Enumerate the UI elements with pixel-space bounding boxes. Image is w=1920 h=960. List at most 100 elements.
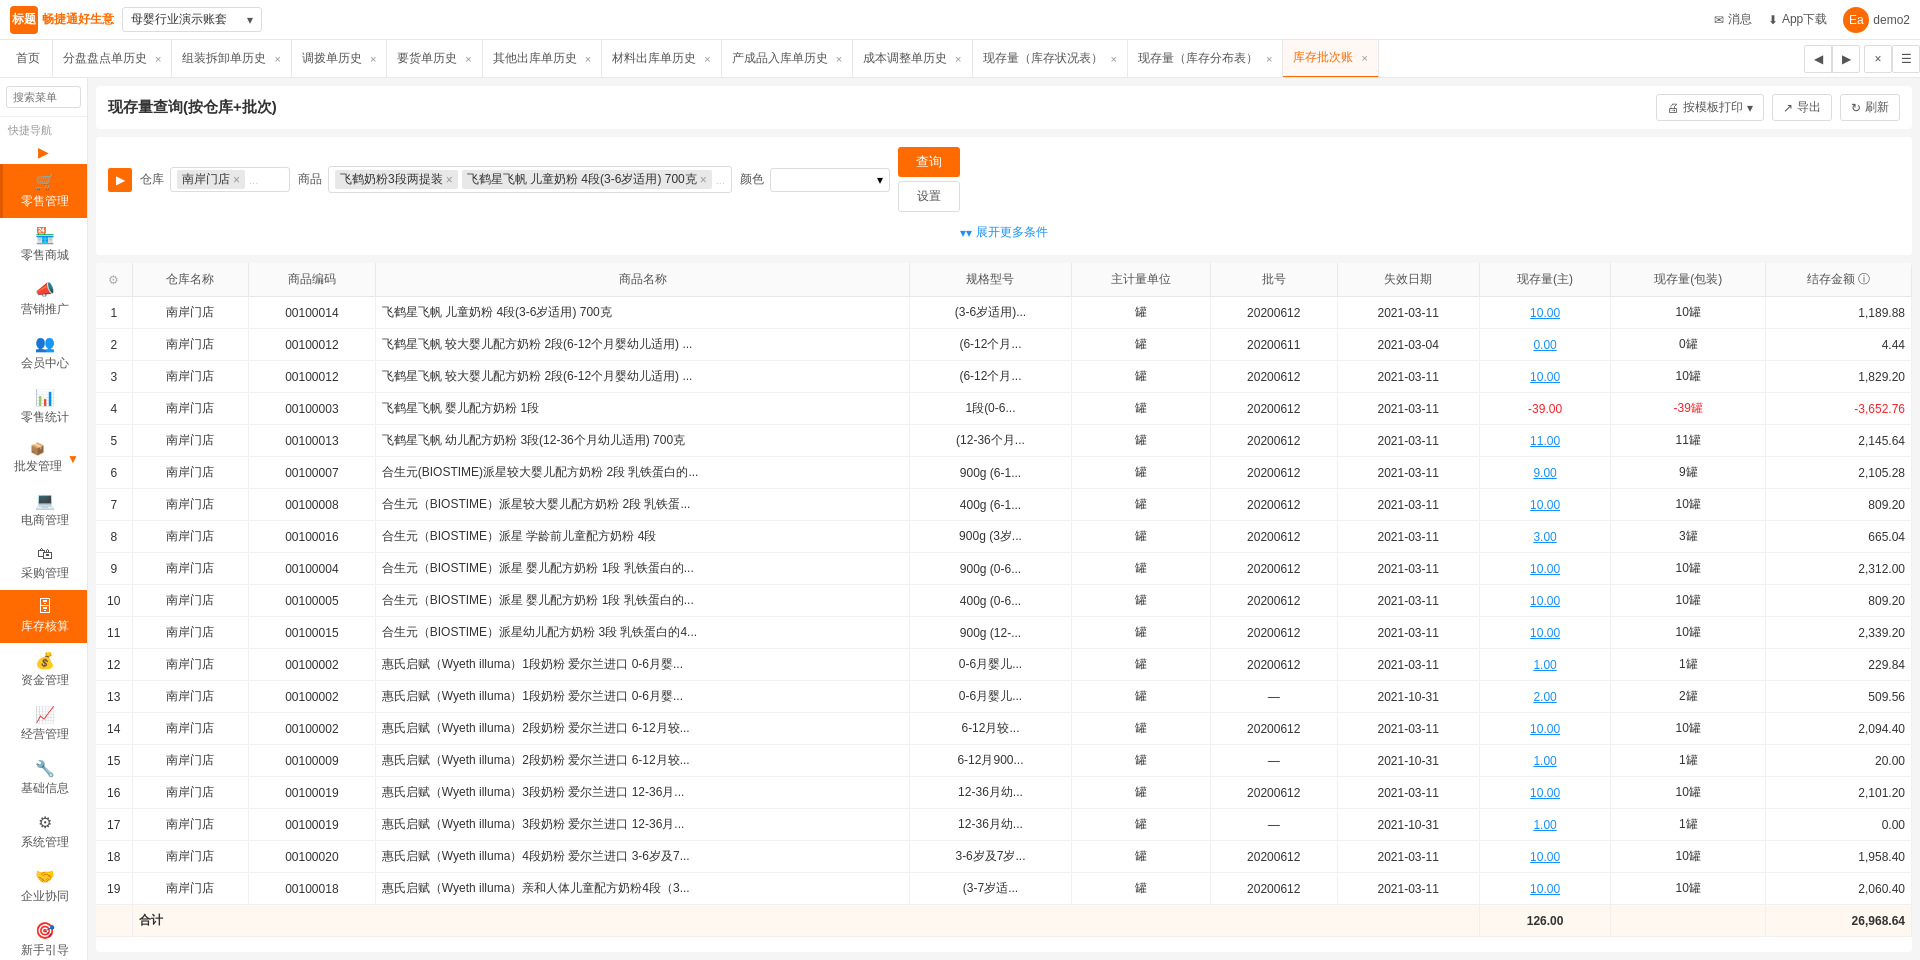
sidebar-item-marketing[interactable]: 📣 营销推广 (0, 272, 87, 326)
row-code: 00100013 (248, 425, 375, 457)
tab-fenban[interactable]: 分盘盘点单历史 × (53, 40, 172, 78)
warehouse-tag-wrap[interactable]: 南岸门店 × ... (170, 167, 290, 192)
row-qty[interactable]: 10.00 (1479, 553, 1611, 585)
tab-close-all-btn[interactable]: × (1864, 45, 1892, 73)
sidebar-item-system[interactable]: ⚙ 系统管理 (0, 805, 87, 859)
sidebar-item-retail-stats[interactable]: 📊 零售统计 (0, 380, 87, 434)
row-qty[interactable]: 2.00 (1479, 681, 1611, 713)
row-qty[interactable]: 10.00 (1479, 873, 1611, 905)
tab-close-icon[interactable]: × (1111, 53, 1117, 65)
row-qty[interactable]: 10.00 (1479, 841, 1611, 873)
row-qty[interactable]: 10.00 (1479, 777, 1611, 809)
row-qty[interactable]: 10.00 (1479, 361, 1611, 393)
sidebar-item-basic[interactable]: 🔧 基础信息 (0, 751, 87, 805)
row-expiry: 2021-10-31 (1337, 809, 1479, 841)
tab-xiancunliang1[interactable]: 现存量（库存状况表） × (973, 40, 1128, 78)
row-qty[interactable]: -39.00 (1479, 393, 1611, 425)
sidebar-item-mall[interactable]: 🏪 零售商城 (0, 218, 87, 272)
sidebar-expand-btn[interactable]: ▶ (0, 140, 87, 164)
product-tag-1-close[interactable]: × (446, 173, 453, 187)
tab-close-icon[interactable]: × (704, 53, 710, 65)
product-tag-2-close[interactable]: × (700, 173, 707, 187)
row-qty-pack: 10罐 (1611, 489, 1766, 521)
row-spec: 900g (0-6... (910, 553, 1071, 585)
product-tag-wrap[interactable]: 飞鹤奶粉3段两提装 × 飞鹤星飞帆 儿童奶粉 4段(3-6岁适用) 700克 ×… (328, 166, 732, 193)
table-row: 15 南岸门店 00100009 惠氏启赋（Wyeth illuma）2段奶粉 … (96, 745, 1912, 777)
row-code: 00100019 (248, 809, 375, 841)
row-qty[interactable]: 10.00 (1479, 489, 1611, 521)
row-qty-pack: 11罐 (1611, 425, 1766, 457)
col-gear[interactable]: ⚙ (96, 263, 132, 297)
row-expiry: 2021-03-11 (1337, 873, 1479, 905)
app-download-btn[interactable]: ⬇ App下载 (1768, 11, 1827, 28)
tab-kucun-active[interactable]: 库存批次账 × (1283, 40, 1378, 78)
tab-close-icon[interactable]: × (465, 53, 471, 65)
account-dropdown[interactable]: 母婴行业演示账套 ▾ (122, 7, 262, 32)
tab-prev-btn[interactable]: ◀ (1804, 45, 1832, 73)
user-area[interactable]: Ea demo2 (1843, 7, 1910, 33)
settings-btn[interactable]: 设置 (898, 181, 960, 212)
gear-icon[interactable]: ⚙ (108, 273, 119, 287)
tab-close-icon[interactable]: × (836, 53, 842, 65)
color-select[interactable]: ▾ (770, 168, 890, 192)
search-input[interactable] (6, 86, 81, 108)
row-qty[interactable]: 1.00 (1479, 745, 1611, 777)
sidebar-item-inventory[interactable]: 🗄 库存核算 (0, 590, 87, 643)
sidebar-item-purchase[interactable]: 🛍 采购管理 (0, 537, 87, 590)
tab-close-icon[interactable]: × (1361, 52, 1367, 64)
tab-chengben[interactable]: 成本调整单历史 × (853, 40, 972, 78)
row-qty[interactable]: 10.00 (1479, 585, 1611, 617)
sidebar-item-business[interactable]: 📈 经营管理 (0, 697, 87, 751)
row-qty[interactable]: 1.00 (1479, 649, 1611, 681)
tab-home[interactable]: 首页 (4, 40, 53, 78)
tab-close-icon[interactable]: × (585, 53, 591, 65)
row-qty[interactable]: 0.00 (1479, 329, 1611, 361)
tab-close-icon[interactable]: × (955, 53, 961, 65)
row-qty[interactable]: 11.00 (1479, 425, 1611, 457)
sidebar-item-wholesale[interactable]: 📦 批发管理 ▼ (0, 434, 87, 483)
tab-yaohuo[interactable]: 要货单历史 × (387, 40, 482, 78)
expand-conditions-btn[interactable]: ▾▾ 展开更多条件 (108, 220, 1900, 245)
tab-close-icon[interactable]: × (155, 53, 161, 65)
row-qty[interactable]: 10.00 (1479, 713, 1611, 745)
row-batch: 20200612 (1210, 457, 1337, 489)
row-no: 11 (96, 617, 132, 649)
row-batch: 20200612 (1210, 649, 1337, 681)
marketing-icon: 📣 (9, 280, 81, 299)
expand-sidebar-btn[interactable]: ▶ (108, 168, 132, 192)
tab-chancheng[interactable]: 产成品入库单历史 × (722, 40, 853, 78)
row-batch: 20200612 (1210, 553, 1337, 585)
sidebar-item-finance[interactable]: 💰 资金管理 (0, 643, 87, 697)
tab-menu-btn[interactable]: ☰ (1892, 45, 1920, 73)
export-btn[interactable]: ↗ 导出 (1772, 94, 1832, 121)
refresh-btn[interactable]: ↻ 刷新 (1840, 94, 1900, 121)
tab-close-icon[interactable]: × (274, 53, 280, 65)
row-qty[interactable]: 9.00 (1479, 457, 1611, 489)
sidebar-item-collab[interactable]: 🤝 企业协同 (0, 859, 87, 913)
print-btn[interactable]: 🖨 按模板打印 ▾ (1656, 94, 1764, 121)
row-unit: 罐 (1071, 457, 1210, 489)
row-no: 19 (96, 873, 132, 905)
message-btn[interactable]: ✉ 消息 (1714, 11, 1752, 28)
sidebar-item-members[interactable]: 👥 会员中心 (0, 326, 87, 380)
tab-xiancunliang2[interactable]: 现存量（库存分布表） × (1128, 40, 1283, 78)
row-qty[interactable]: 10.00 (1479, 617, 1611, 649)
row-qty[interactable]: 3.00 (1479, 521, 1611, 553)
row-qty[interactable]: 1.00 (1479, 809, 1611, 841)
row-code: 00100002 (248, 681, 375, 713)
row-warehouse: 南岸门店 (132, 745, 248, 777)
sidebar-item-ecommerce[interactable]: 💻 电商管理 (0, 483, 87, 537)
tab-close-icon[interactable]: × (1266, 53, 1272, 65)
query-btn[interactable]: 查询 (898, 147, 960, 177)
tab-qita[interactable]: 其他出库单历史 × (483, 40, 602, 78)
warehouse-tag-close[interactable]: × (233, 173, 240, 187)
sidebar-item-retail[interactable]: 🛒 零售管理 (0, 164, 87, 218)
row-expiry: 2021-03-04 (1337, 329, 1479, 361)
tab-diaoba[interactable]: 调拨单历史 × (292, 40, 387, 78)
row-qty[interactable]: 10.00 (1479, 297, 1611, 329)
sidebar-item-guide[interactable]: 🎯 新手引导 (0, 913, 87, 960)
tab-next-btn[interactable]: ▶ (1832, 45, 1860, 73)
tab-zuzhuang[interactable]: 组装拆卸单历史 × (172, 40, 291, 78)
tab-cailiao[interactable]: 材料出库单历史 × (602, 40, 721, 78)
tab-close-icon[interactable]: × (370, 53, 376, 65)
